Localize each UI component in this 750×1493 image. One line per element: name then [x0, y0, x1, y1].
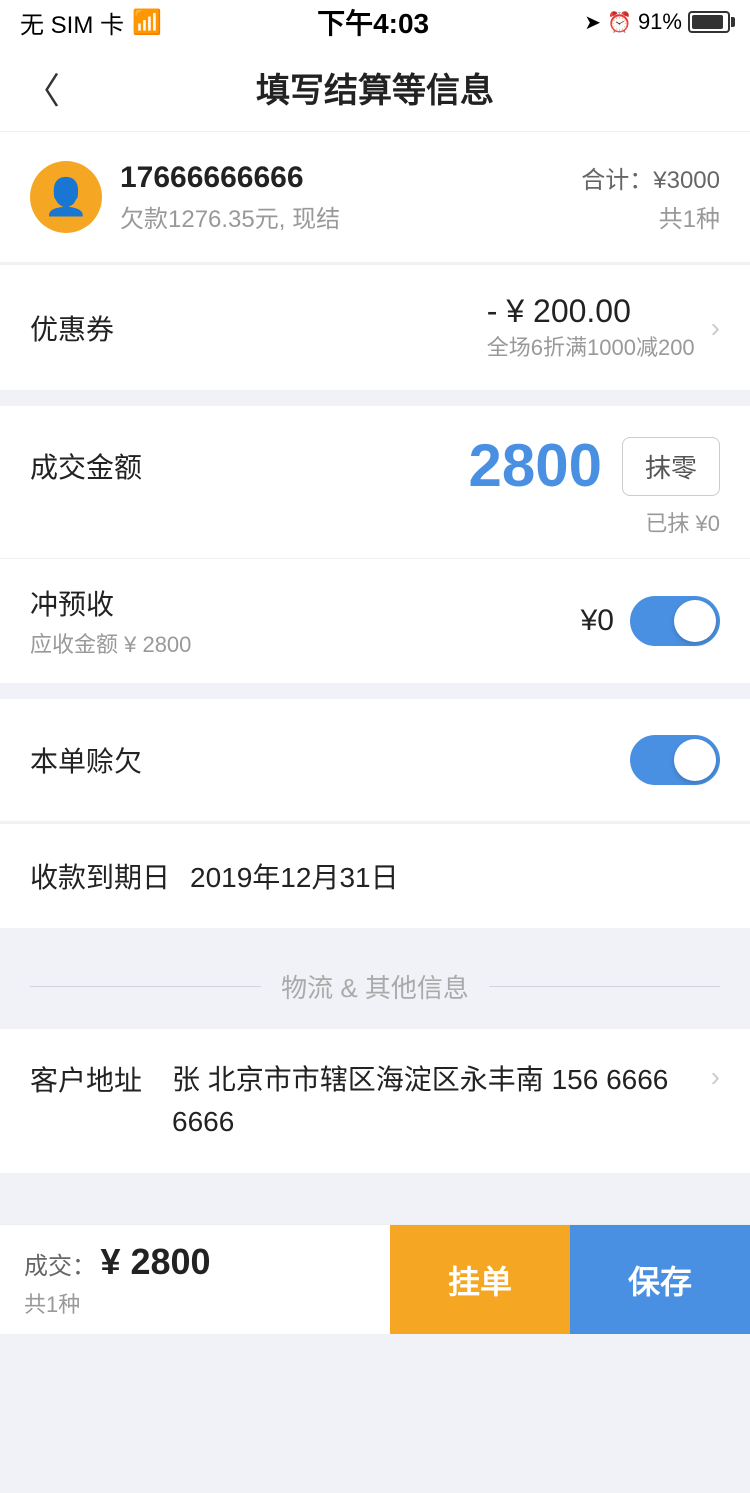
time-display: 下午4:03: [317, 2, 429, 42]
total-count: 共1种: [581, 199, 720, 234]
coupon-row[interactable]: 优惠券 - ¥ 200.00 全场6折满1000减200 ›: [0, 264, 750, 390]
credit-toggle[interactable]: [630, 735, 720, 785]
total-label: 合计：¥3000: [581, 160, 720, 195]
address-right: 张 北京市市辖区海淀区永丰南 156 6666 6666 ›: [172, 1059, 720, 1143]
deal-count: 共1种: [24, 1287, 366, 1319]
address-chevron-icon: ›: [711, 1061, 720, 1093]
amount-value: 2800: [469, 436, 602, 496]
alarm-icon: ⏰: [607, 10, 632, 35]
back-button[interactable]: 〈: [24, 62, 60, 114]
coupon-desc: 全场6折满1000减200: [487, 330, 695, 362]
deal-label: 成交：: [24, 1253, 96, 1280]
coupon-label: 优惠券: [30, 308, 114, 348]
deal-amount: ¥ 2800: [100, 1241, 210, 1282]
due-date-label: 收款到期日: [30, 856, 170, 896]
toggle-knob: [674, 600, 716, 642]
customer-info: 17666666666 欠款1276.35元, 现结: [120, 161, 340, 234]
separator-1: [0, 390, 750, 406]
carrier-text: 无 SIM 卡: [20, 5, 124, 40]
status-right: ➤ ⏰ 91%: [584, 9, 730, 35]
avatar: 👤: [30, 161, 102, 233]
battery-icon: [688, 11, 730, 33]
form-section: 成交金额 2800 抹零 已抹 ¥0 冲预收 应收金额 ¥ 2800 ¥0: [0, 406, 750, 683]
hang-order-button[interactable]: 挂单: [390, 1225, 570, 1334]
due-date-value: 2019年12月31日: [190, 856, 399, 896]
customer-right: 合计：¥3000 共1种: [581, 160, 720, 234]
location-icon: ➤: [584, 10, 601, 35]
prepayment-row: 冲预收 应收金额 ¥ 2800 ¥0: [0, 558, 750, 683]
logistics-line-left: [30, 986, 261, 987]
prepayment-right: ¥0: [581, 596, 720, 646]
logistics-separator: 物流 & 其他信息: [0, 944, 750, 1029]
address-row[interactable]: 客户地址 张 北京市市辖区海淀区永丰南 156 6666 6666 ›: [0, 1029, 750, 1173]
address-value: 张 北京市市辖区海淀区永丰南 156 6666 6666: [172, 1059, 701, 1143]
round-off-button[interactable]: 抹零: [622, 437, 720, 496]
separator-3: [0, 928, 750, 944]
save-button[interactable]: 保存: [570, 1225, 750, 1334]
prepayment-amount: ¥0: [581, 604, 614, 638]
address-label: 客户地址: [30, 1059, 142, 1099]
credit-row: 本单赊欠: [0, 699, 750, 821]
battery-percent: 91%: [638, 9, 682, 35]
logistics-text: 物流 & 其他信息: [281, 968, 469, 1005]
status-bar: 无 SIM 卡 📶 下午4:03 ➤ ⏰ 91%: [0, 0, 750, 44]
customer-sub: 欠款1276.35元, 现结: [120, 199, 340, 234]
logistics-line-right: [489, 986, 720, 987]
chevron-right-icon: ›: [711, 312, 720, 344]
nav-bar: 〈 填写结算等信息: [0, 44, 750, 132]
prepayment-toggle[interactable]: [630, 596, 720, 646]
amount-sub: 已抹 ¥0: [0, 506, 750, 558]
amount-label: 成交金额: [30, 446, 142, 486]
amount-row: 成交金额 2800 抹零: [0, 406, 750, 506]
customer-phone: 17666666666: [120, 161, 340, 195]
customer-row: 👤 17666666666 欠款1276.35元, 现结 合计：¥3000 共1…: [0, 132, 750, 262]
status-left: 无 SIM 卡 📶: [20, 5, 162, 40]
due-date-row: 收款到期日 2019年12月31日: [0, 823, 750, 928]
prepayment-label: 冲预收: [30, 583, 191, 623]
credit-toggle-knob: [674, 739, 716, 781]
deal-label-row: 成交： ¥ 2800: [24, 1241, 366, 1283]
prepayment-left: 冲预收 应收金额 ¥ 2800: [30, 583, 191, 659]
prepayment-sub: 应收金额 ¥ 2800: [30, 627, 191, 659]
bottom-bar: 成交： ¥ 2800 共1种 挂单 保存: [0, 1224, 750, 1334]
page-title: 填写结算等信息: [256, 63, 494, 112]
bottom-summary: 成交： ¥ 2800 共1种: [0, 1241, 390, 1319]
coupon-discount: - ¥ 200.00: [487, 293, 695, 330]
customer-left: 👤 17666666666 欠款1276.35元, 现结: [30, 161, 340, 234]
wifi-icon: 📶: [132, 8, 162, 37]
separator-2: [0, 683, 750, 699]
credit-label: 本单赊欠: [30, 740, 142, 780]
coupon-right: - ¥ 200.00 全场6折满1000减200 ›: [487, 293, 720, 362]
amount-right: 2800 抹零: [469, 436, 721, 496]
